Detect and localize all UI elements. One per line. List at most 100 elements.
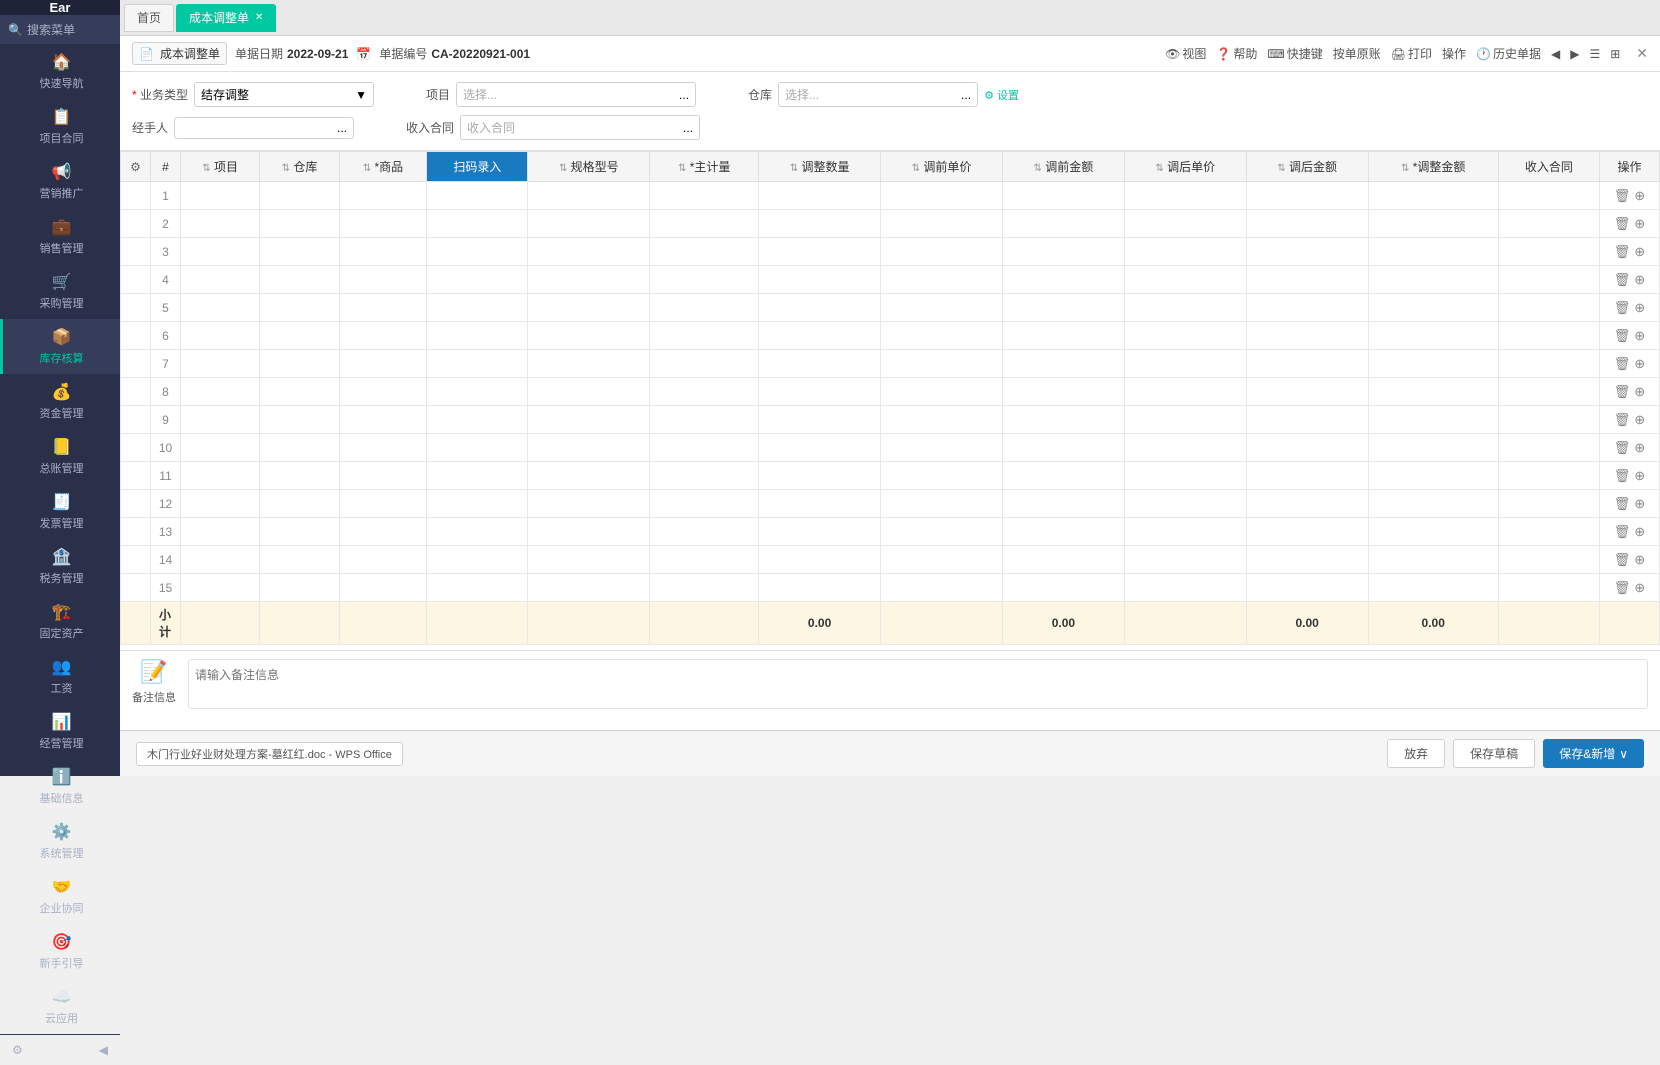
row-cell-2[interactable] xyxy=(181,518,260,546)
help-action[interactable]: ❓ 帮助 xyxy=(1216,45,1257,62)
row-cell-7[interactable] xyxy=(650,350,759,378)
row-cell-9[interactable] xyxy=(881,406,1003,434)
row-cell-5[interactable] xyxy=(427,462,528,490)
row-cell-11[interactable] xyxy=(1124,322,1246,350)
row-cell-8[interactable] xyxy=(759,378,881,406)
row-cell-6[interactable] xyxy=(528,490,650,518)
row-cell-11[interactable] xyxy=(1124,378,1246,406)
row-cell-13[interactable] xyxy=(1368,574,1498,602)
row-cell-12[interactable] xyxy=(1246,238,1368,266)
row-cell-8[interactable] xyxy=(759,462,881,490)
sidebar-item-invoice-mgmt[interactable]: 🧾发票管理 xyxy=(0,484,120,539)
tab-cost-adjust[interactable]: 成本调整单✕ xyxy=(176,4,276,32)
sidebar-item-cloud-app[interactable]: ☁️云应用 xyxy=(0,979,120,1034)
row-cell-5[interactable] xyxy=(427,210,528,238)
income-contract-ellipsis[interactable]: ... xyxy=(683,121,693,135)
row-cell-4[interactable] xyxy=(339,462,427,490)
row-action[interactable]: 🗑⊕ xyxy=(1600,406,1660,434)
row-cell-12[interactable] xyxy=(1246,518,1368,546)
row-cell-4[interactable] xyxy=(339,182,427,210)
delete-row-btn[interactable]: 🗑 xyxy=(1614,496,1631,511)
row-cell-2[interactable] xyxy=(181,238,260,266)
copy-row-btn[interactable]: ⊕ xyxy=(1634,300,1645,315)
delete-row-btn[interactable]: 🗑 xyxy=(1614,552,1631,567)
row-cell-9[interactable] xyxy=(881,350,1003,378)
save-new-arrow[interactable]: ∨ xyxy=(1619,747,1628,761)
row-cell-12[interactable] xyxy=(1246,378,1368,406)
row-cell-5[interactable] xyxy=(427,182,528,210)
row-cell-2[interactable] xyxy=(181,266,260,294)
col-project[interactable]: ⇅ 项目 xyxy=(181,152,260,182)
row-cell-7[interactable] xyxy=(650,434,759,462)
row-cell-5[interactable] xyxy=(427,350,528,378)
delete-row-btn[interactable]: 🗑 xyxy=(1614,216,1631,231)
row-cell-10[interactable] xyxy=(1002,322,1124,350)
row-cell-6[interactable] xyxy=(528,518,650,546)
row-cell-12[interactable] xyxy=(1246,434,1368,462)
row-cell-13[interactable] xyxy=(1368,294,1498,322)
row-cell-4[interactable] xyxy=(339,238,427,266)
delete-row-btn[interactable]: 🗑 xyxy=(1614,300,1631,315)
row-cell-4[interactable] xyxy=(339,210,427,238)
row-cell-13[interactable] xyxy=(1368,266,1498,294)
single-review-action[interactable]: 按单原账 xyxy=(1333,45,1381,62)
copy-row-btn[interactable]: ⊕ xyxy=(1634,244,1645,259)
col-adjust-qty[interactable]: ⇅ 调整数量 xyxy=(759,152,881,182)
history-action[interactable]: 🕐 历史单据 xyxy=(1476,45,1541,62)
row-cell-8[interactable] xyxy=(759,322,881,350)
row-cell-5[interactable] xyxy=(427,574,528,602)
row-cell-2[interactable] xyxy=(181,378,260,406)
delete-row-btn[interactable]: 🗑 xyxy=(1614,384,1631,399)
copy-row-btn[interactable]: ⊕ xyxy=(1634,580,1645,595)
row-cell-3[interactable] xyxy=(260,238,339,266)
row-cell-4[interactable] xyxy=(339,294,427,322)
col-spec[interactable]: ⇅ 规格型号 xyxy=(528,152,650,182)
col-scan[interactable]: 扫码录入 xyxy=(427,152,528,182)
row-cell-3[interactable] xyxy=(260,546,339,574)
row-cell-12[interactable] xyxy=(1246,294,1368,322)
sidebar-search[interactable]: 🔍 搜索菜单 xyxy=(0,15,120,44)
row-cell-4[interactable] xyxy=(339,490,427,518)
row-cell-10[interactable] xyxy=(1002,350,1124,378)
row-cell-7[interactable] xyxy=(650,210,759,238)
col-income-contract[interactable]: 收入合同 xyxy=(1498,152,1599,182)
row-cell-9[interactable] xyxy=(881,210,1003,238)
row-settings[interactable] xyxy=(121,490,151,518)
delete-row-btn[interactable]: 🗑 xyxy=(1614,468,1631,483)
row-cell-13[interactable] xyxy=(1368,238,1498,266)
sidebar-item-quick-nav[interactable]: 🏠快速导航 xyxy=(0,44,120,99)
delete-row-btn[interactable]: 🗑 xyxy=(1614,188,1631,203)
row-cell-6[interactable] xyxy=(528,378,650,406)
sidebar-item-sys-mgmt[interactable]: ⚙️系统管理 xyxy=(0,814,120,869)
row-cell-12[interactable] xyxy=(1246,546,1368,574)
row-cell-12[interactable] xyxy=(1246,406,1368,434)
row-cell-8[interactable] xyxy=(759,350,881,378)
col-before-amount[interactable]: ⇅ 调前金额 xyxy=(1002,152,1124,182)
row-cell-3[interactable] xyxy=(260,518,339,546)
sidebar-item-purchase-mgmt[interactable]: 🛒采购管理 xyxy=(0,264,120,319)
row-cell-2[interactable] xyxy=(181,546,260,574)
row-cell-4[interactable] xyxy=(339,266,427,294)
row-cell-10[interactable] xyxy=(1002,406,1124,434)
row-cell-10[interactable] xyxy=(1002,490,1124,518)
row-cell-14[interactable] xyxy=(1498,182,1599,210)
row-cell-3[interactable] xyxy=(260,574,339,602)
nav-next[interactable]: ▶ xyxy=(1570,47,1579,61)
row-cell-7[interactable] xyxy=(650,518,759,546)
row-cell-3[interactable] xyxy=(260,322,339,350)
row-cell-2[interactable] xyxy=(181,350,260,378)
row-settings[interactable] xyxy=(121,462,151,490)
row-cell-7[interactable] xyxy=(650,182,759,210)
row-cell-4[interactable] xyxy=(339,406,427,434)
view-action[interactable]: 👁 视图 xyxy=(1165,45,1206,62)
settings-action[interactable]: ⚙ 设置 xyxy=(984,87,1019,103)
row-cell-9[interactable] xyxy=(881,238,1003,266)
row-settings[interactable] xyxy=(121,406,151,434)
taskbar-item-wps[interactable]: 木门行业好业财处理方案-墓红红.doc - WPS Office xyxy=(136,742,403,766)
row-cell-11[interactable] xyxy=(1124,574,1246,602)
col-unit[interactable]: ⇅ *主计量 xyxy=(650,152,759,182)
row-cell-14[interactable] xyxy=(1498,406,1599,434)
copy-row-btn[interactable]: ⊕ xyxy=(1634,384,1645,399)
copy-row-btn[interactable]: ⊕ xyxy=(1634,440,1645,455)
row-cell-3[interactable] xyxy=(260,182,339,210)
